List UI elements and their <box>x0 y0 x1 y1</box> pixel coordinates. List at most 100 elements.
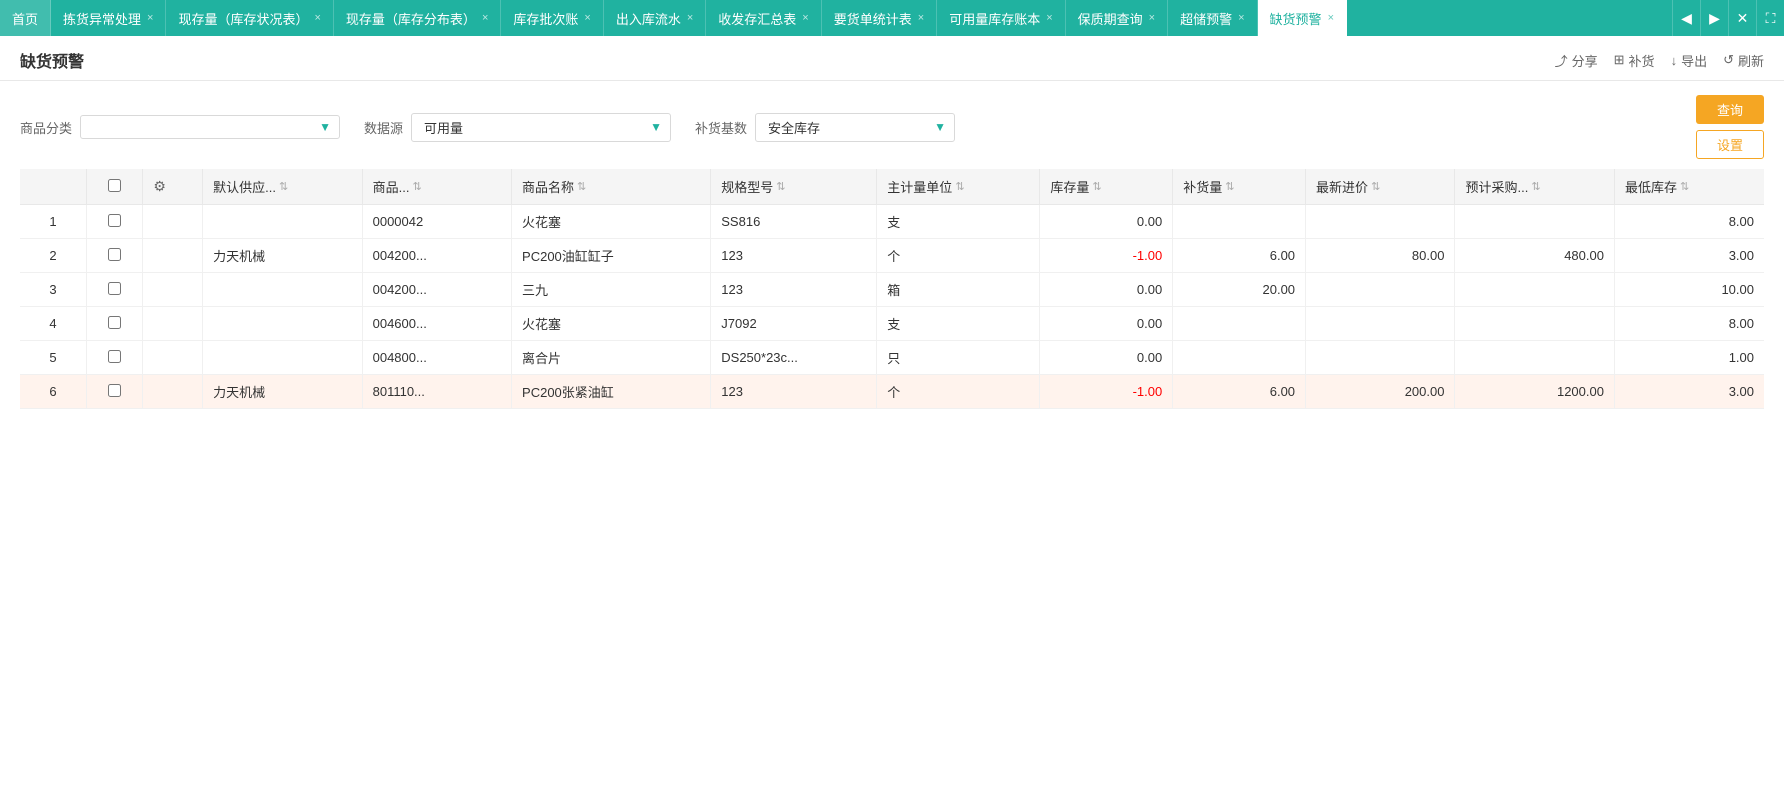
th-latest-price: 最新进价 ⇅ <box>1306 169 1455 205</box>
td-check <box>86 239 142 273</box>
td-check <box>86 341 142 375</box>
table-row: 5 004800... 离合片 DS250*23c... 只 0.00 1.00 <box>20 341 1764 375</box>
tab-close-receive-summary[interactable]: × <box>802 12 808 24</box>
td-stock: 0.00 <box>1040 341 1173 375</box>
tab-next-button[interactable]: ▶ <box>1700 0 1728 36</box>
tab-inventory-dist[interactable]: 现存量（库存分布表） × <box>334 0 501 36</box>
category-label: 商品分类 <box>20 118 72 137</box>
select-all-checkbox[interactable] <box>108 179 121 192</box>
table-body: 1 0000042 火花塞 SS816 支 0.00 8.00 2 力天机械 0… <box>20 205 1764 409</box>
latest-price-sort-icon: ⇅ <box>1371 180 1380 193</box>
row-checkbox[interactable] <box>108 214 121 227</box>
refresh-button[interactable]: ↺ 刷新 <box>1723 51 1764 70</box>
query-button[interactable]: 查询 <box>1696 95 1764 124</box>
td-stock: 0.00 <box>1040 273 1173 307</box>
td-spec: 123 <box>711 273 877 307</box>
tab-close-batch-account[interactable]: × <box>584 12 590 24</box>
td-code: 004600... <box>362 307 511 341</box>
tab-abnormal[interactable]: 拣货异常处理 × <box>51 0 166 36</box>
tab-inout-flow[interactable]: 出入库流水 × <box>604 0 706 36</box>
category-select[interactable]: ▼ <box>80 115 340 139</box>
td-estimated-purchase <box>1455 341 1615 375</box>
td-replenish: 6.00 <box>1173 239 1306 273</box>
tab-close-inout-flow[interactable]: × <box>687 12 693 24</box>
spec-sort-icon: ⇅ <box>776 180 785 193</box>
row-checkbox[interactable] <box>108 316 121 329</box>
tab-close-shortage[interactable]: × <box>1328 12 1334 24</box>
tab-close-available-ledger[interactable]: × <box>1046 12 1052 24</box>
td-min-stock: 1.00 <box>1614 341 1764 375</box>
tab-available-ledger[interactable]: 可用量库存账本 × <box>937 0 1065 36</box>
tab-close-all-button[interactable]: ✕ <box>1728 0 1756 36</box>
td-replenish <box>1173 341 1306 375</box>
header-actions: ⤴ 分享 ⊞ 补货 ↓ 导出 ↺ 刷新 <box>1555 51 1764 70</box>
tab-inventory-status[interactable]: 现存量（库存状况表） × <box>166 0 333 36</box>
td-check <box>86 273 142 307</box>
td-replenish: 6.00 <box>1173 375 1306 409</box>
td-code: 004800... <box>362 341 511 375</box>
settings-button[interactable]: 设置 <box>1696 130 1764 159</box>
tab-close-abnormal[interactable]: × <box>147 12 153 24</box>
page-header: 缺货预警 ⤴ 分享 ⊞ 补货 ↓ 导出 ↺ 刷新 <box>0 36 1784 81</box>
td-code: 004200... <box>362 273 511 307</box>
td-gear-placeholder <box>143 375 203 409</box>
tab-close-demand-stats[interactable]: × <box>918 12 924 24</box>
td-latest-price <box>1306 307 1455 341</box>
td-seq: 6 <box>20 375 86 409</box>
datasource-value: 可用量 <box>424 118 463 137</box>
share-icon: ⤴ <box>1555 51 1568 70</box>
td-code: 801110... <box>362 375 511 409</box>
th-unit: 主计量单位 ⇅ <box>877 169 1040 205</box>
td-estimated-purchase <box>1455 273 1615 307</box>
code-sort-icon: ⇅ <box>412 180 421 193</box>
min-stock-sort-icon: ⇅ <box>1680 180 1689 193</box>
category-arrow-icon: ▼ <box>319 120 331 134</box>
tab-close-inventory-dist[interactable]: × <box>482 12 488 24</box>
th-name: 商品名称 ⇅ <box>512 169 711 205</box>
td-latest-price: 80.00 <box>1306 239 1455 273</box>
td-stock: 0.00 <box>1040 205 1173 239</box>
row-checkbox[interactable] <box>108 248 121 261</box>
table-row: 3 004200... 三九 123 箱 0.00 20.00 10.00 <box>20 273 1764 307</box>
replenish-button[interactable]: ⊞ 补货 <box>1614 51 1655 70</box>
tab-receive-summary[interactable]: 收发存汇总表 × <box>706 0 821 36</box>
row-checkbox[interactable] <box>108 384 121 397</box>
export-button[interactable]: ↓ 导出 <box>1671 51 1708 70</box>
row-checkbox[interactable] <box>108 350 121 363</box>
td-seq: 4 <box>20 307 86 341</box>
td-unit: 个 <box>877 375 1040 409</box>
td-unit: 只 <box>877 341 1040 375</box>
td-supplier <box>203 273 363 307</box>
tab-fullscreen-button[interactable]: ⛶ <box>1756 0 1784 36</box>
stock-sort-icon: ⇅ <box>1092 180 1101 193</box>
tab-close-overstock[interactable]: × <box>1238 12 1244 24</box>
tab-batch-account[interactable]: 库存批次账 × <box>501 0 603 36</box>
tab-overstock[interactable]: 超储预警 × <box>1168 0 1257 36</box>
tab-shortage[interactable]: 缺货预警 × <box>1258 0 1347 36</box>
tab-nav-buttons: ◀ ▶ ✕ ⛶ <box>1672 0 1784 36</box>
datasource-select[interactable]: 可用量 ▼ <box>411 113 671 142</box>
th-code: 商品... ⇅ <box>362 169 511 205</box>
tab-expiry-query[interactable]: 保质期查询 × <box>1066 0 1168 36</box>
td-min-stock: 10.00 <box>1614 273 1764 307</box>
tab-demand-stats[interactable]: 要货单统计表 × <box>822 0 937 36</box>
tab-close-expiry-query[interactable]: × <box>1149 12 1155 24</box>
td-replenish <box>1173 307 1306 341</box>
td-spec: SS816 <box>711 205 877 239</box>
row-checkbox[interactable] <box>108 282 121 295</box>
td-latest-price <box>1306 273 1455 307</box>
datasource-filter-group: 数据源 可用量 ▼ <box>364 113 671 142</box>
td-seq: 2 <box>20 239 86 273</box>
th-estimated: 预计采购... ⇅ <box>1455 169 1615 205</box>
td-gear-placeholder <box>143 205 203 239</box>
th-replenish: 补货量 ⇅ <box>1173 169 1306 205</box>
share-button[interactable]: ⤴ 分享 <box>1555 51 1598 70</box>
page-content: 缺货预警 ⤴ 分享 ⊞ 补货 ↓ 导出 ↺ 刷新 商品分类 <box>0 36 1784 796</box>
replenish-base-select[interactable]: 安全库存 ▼ <box>755 113 955 142</box>
tab-home[interactable]: 首页 <box>0 0 51 36</box>
column-settings-icon[interactable]: ⚙ <box>153 178 166 194</box>
tab-prev-button[interactable]: ◀ <box>1672 0 1700 36</box>
td-min-stock: 8.00 <box>1614 205 1764 239</box>
replenish-icon: ⊞ <box>1614 52 1625 68</box>
tab-close-inventory-status[interactable]: × <box>314 12 320 24</box>
